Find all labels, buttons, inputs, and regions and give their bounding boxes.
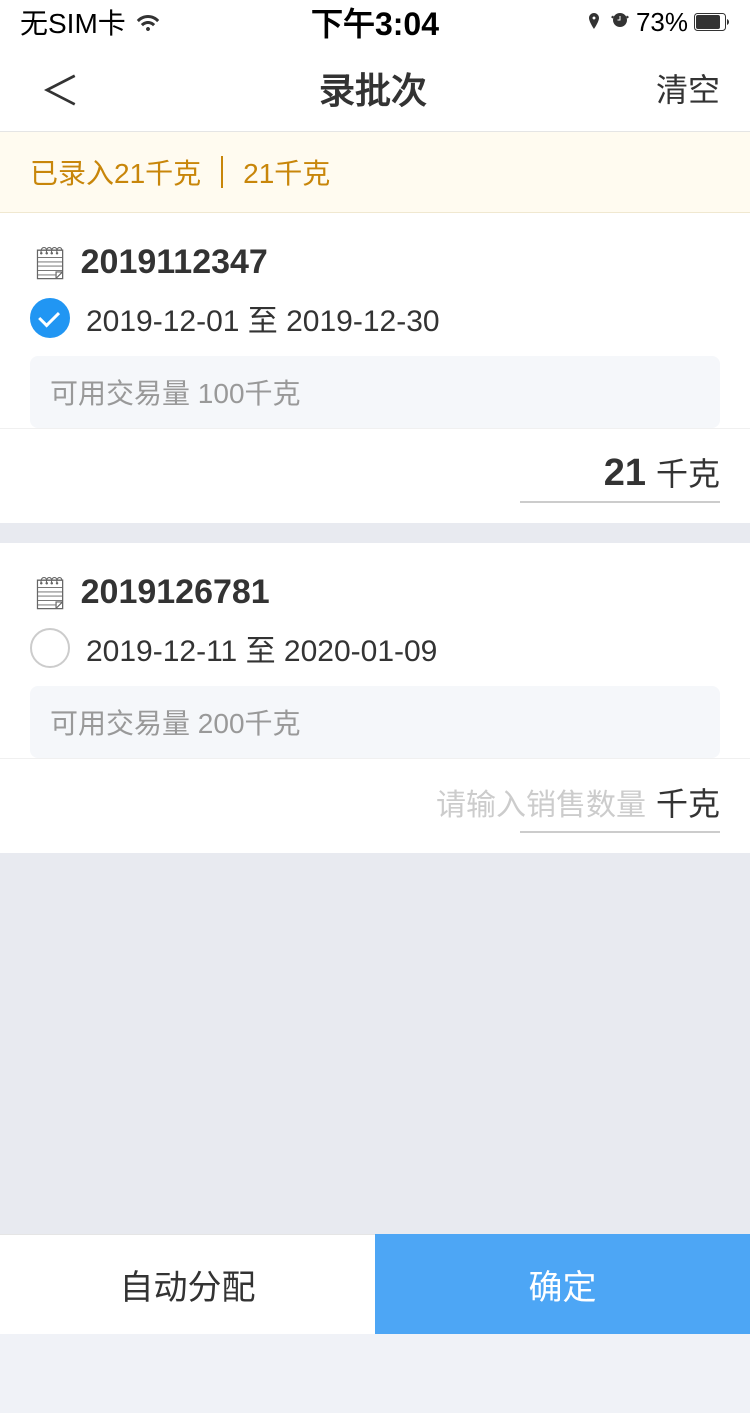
batch1-amount-value: 21: [604, 452, 646, 495]
clear-button[interactable]: 清空: [656, 65, 720, 111]
confirm-button[interactable]: 确定: [375, 1234, 750, 1334]
batch1-header: 🗒 2019112347: [30, 243, 720, 282]
batch1-id: 2019112347: [81, 243, 268, 282]
recorded-amount: 已录入21千克: [30, 152, 201, 192]
sim-text: 无SIM卡: [20, 2, 126, 42]
wifi-icon: [134, 6, 162, 38]
batch2-amount-placeholder: 请输入销售数量: [436, 780, 646, 824]
back-button[interactable]: ＜: [30, 49, 90, 127]
batch2-date: 2019-12-11 至 2020-01-09: [86, 626, 437, 670]
status-bar: 无SIM卡 下午3:04 73%: [0, 0, 750, 44]
batch-card-1: 🗒 2019112347 2019-12-01 至 2019-12-30 可用交…: [0, 213, 750, 428]
batch1-amount-row: 21 千克: [0, 428, 750, 523]
status-time: 下午3:04: [311, 0, 439, 45]
alarm-icon: [610, 7, 630, 38]
batch1-radio[interactable]: [30, 298, 70, 338]
batch2-amount-row: 请输入销售数量 千克: [0, 758, 750, 853]
batch2-amount-unit: 千克: [656, 779, 720, 825]
status-left: 无SIM卡: [20, 2, 162, 42]
location-icon: [584, 7, 604, 38]
batch2-header: 🗒 2019126781: [30, 573, 720, 612]
page-title: 录批次: [319, 62, 427, 114]
batch1-date-row: 2019-12-01 至 2019-12-30: [30, 296, 720, 340]
batch1-date: 2019-12-01 至 2019-12-30: [86, 296, 440, 340]
bottom-bar: 自动分配 确定: [0, 1234, 750, 1334]
nav-bar: ＜ 录批次 清空: [0, 44, 750, 132]
battery-percent: 73%: [636, 7, 688, 38]
total-amount: 21千克: [243, 152, 330, 192]
batch1-amount-unit: 千克: [656, 449, 720, 495]
batch1-availability-text: 可用交易量 100千克: [50, 378, 301, 409]
batch-card-2: 🗒 2019126781 2019-12-11 至 2020-01-09 可用交…: [0, 543, 750, 758]
batch2-availability: 可用交易量 200千克: [30, 686, 720, 758]
battery-icon: [694, 7, 730, 38]
auto-distribute-button[interactable]: 自动分配: [0, 1234, 375, 1334]
batch2-availability-text: 可用交易量 200千克: [50, 708, 301, 739]
batch2-radio[interactable]: [30, 628, 70, 668]
info-divider: [221, 156, 223, 188]
batch1-icon: 🗒: [30, 244, 71, 282]
batch2-date-row: 2019-12-11 至 2020-01-09: [30, 626, 720, 670]
section-separator: [0, 523, 750, 543]
info-banner: 已录入21千克 21千克: [0, 132, 750, 213]
batch1-availability: 可用交易量 100千克: [30, 356, 720, 428]
batch2-id: 2019126781: [81, 573, 270, 612]
batch2-icon: 🗒: [30, 574, 71, 612]
status-right: 73%: [584, 7, 730, 38]
